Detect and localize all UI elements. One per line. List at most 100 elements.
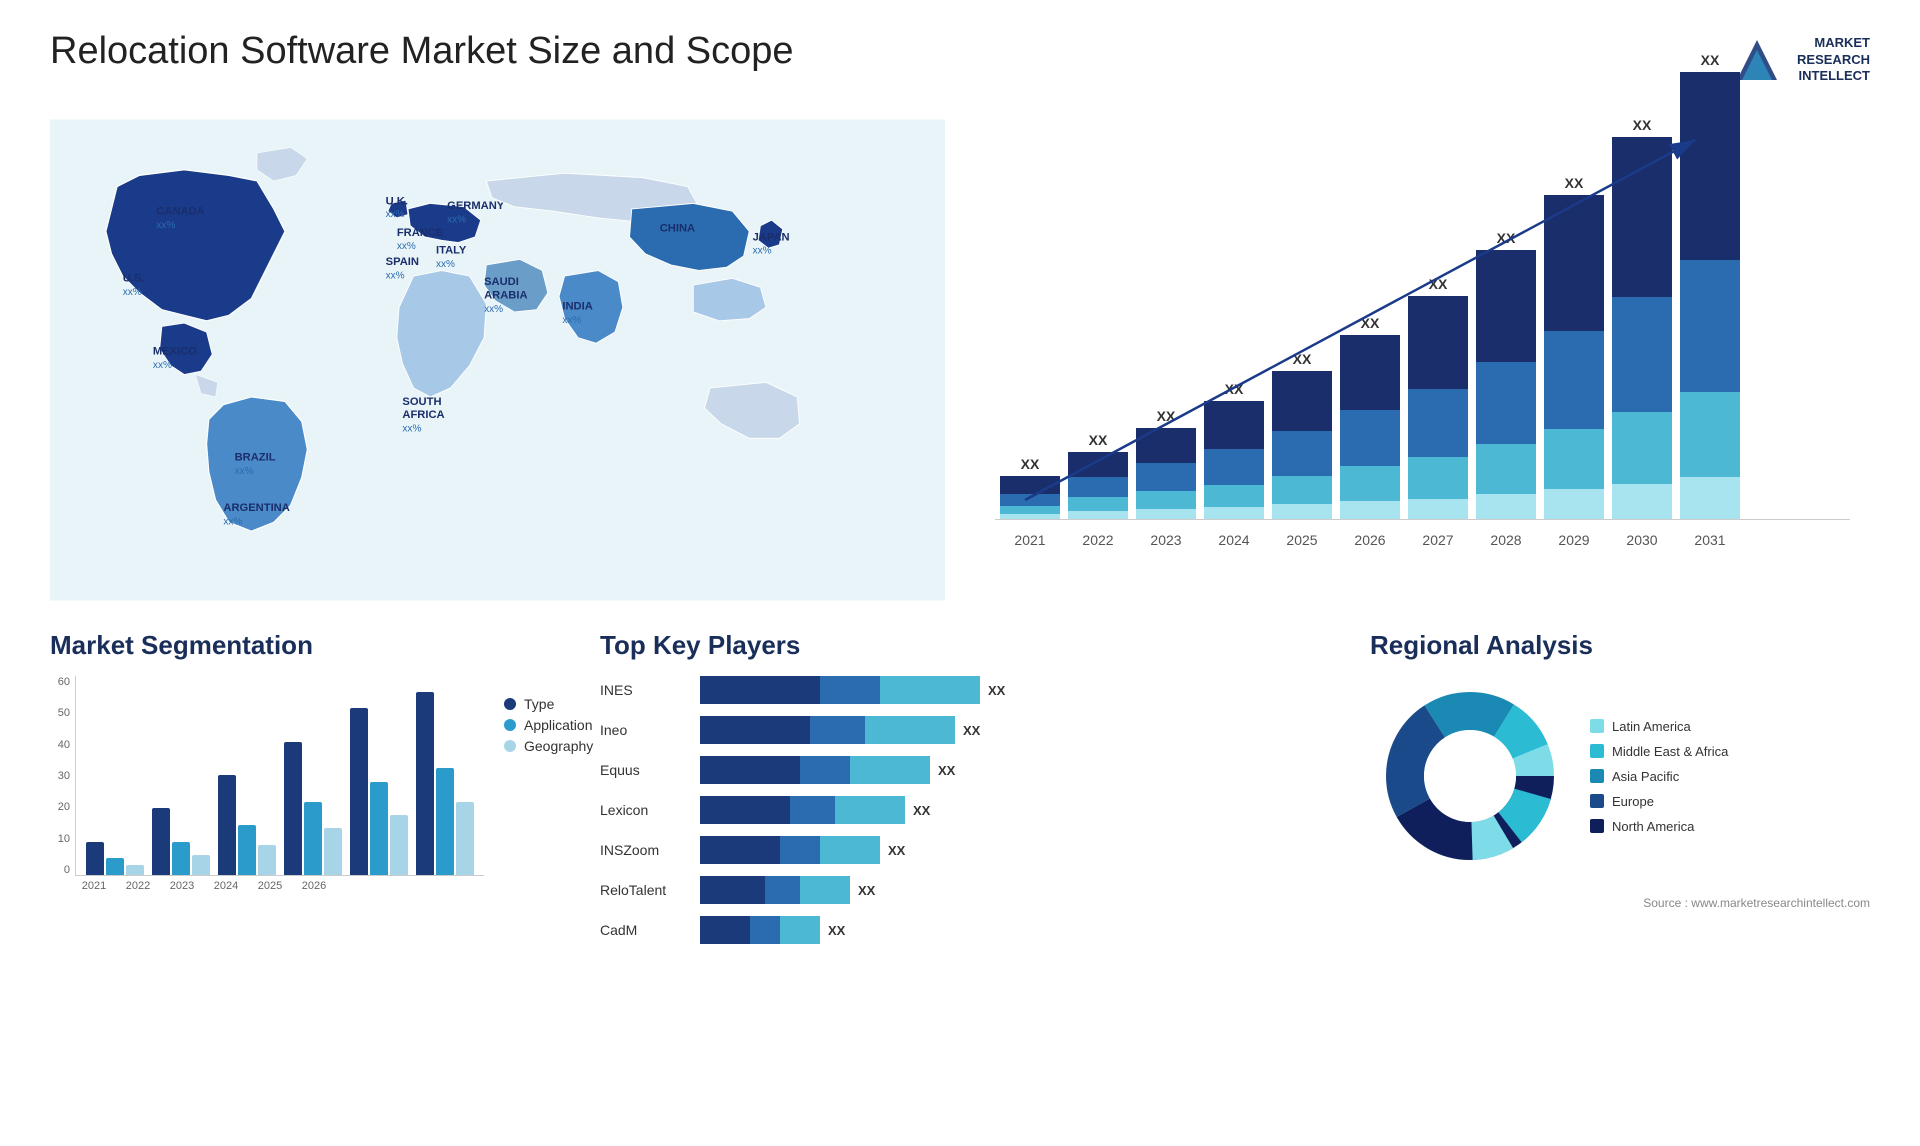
bar-seg <box>1544 331 1604 429</box>
player-bar <box>780 916 820 944</box>
player-bar <box>820 836 880 864</box>
bar-seg <box>1408 296 1468 389</box>
bar-group-2026: XX <box>1340 315 1400 519</box>
bar-group-2022: XX <box>1068 432 1128 519</box>
seg-bars-area <box>75 676 484 876</box>
seg-group-2021 <box>86 842 144 875</box>
stacked-bar-2025 <box>1272 371 1332 519</box>
bar-label-top-2025: XX <box>1293 351 1312 367</box>
seg-y-axis: 60 50 40 30 20 10 0 <box>50 676 70 876</box>
bar-seg <box>1408 499 1468 519</box>
seg-group-2026 <box>416 692 474 875</box>
bar-chart-section: XX XX <box>975 110 1870 610</box>
bar-seg <box>1068 477 1128 497</box>
stacked-bar-2021 <box>1000 476 1060 519</box>
bar-label-top-2030: XX <box>1633 117 1652 133</box>
player-bar <box>810 716 865 744</box>
page-container: Relocation Software Market Size and Scop… <box>0 0 1920 1146</box>
map-value-south-africa: xx% <box>402 424 421 435</box>
player-row-cadm: CadM XX <box>600 916 1320 944</box>
player-bar <box>820 676 880 704</box>
bar-group-2031: XX <box>1680 52 1740 519</box>
legend-dot-application <box>504 719 516 731</box>
legend-asia-pacific: Asia Pacific <box>1590 769 1728 784</box>
seg-chart-area: 60 50 40 30 20 10 0 <box>50 676 484 892</box>
bar-seg <box>1136 463 1196 491</box>
bar-group-2025: XX <box>1272 351 1332 519</box>
stacked-bar-2030 <box>1612 137 1672 519</box>
regional-legend: Latin America Middle East & Africa Asia … <box>1590 719 1728 834</box>
map-label-germany: GERMANY <box>447 200 505 212</box>
bar-seg <box>1204 507 1264 519</box>
bar-group-2030: XX <box>1612 117 1672 519</box>
player-bar <box>880 676 980 704</box>
player-bar <box>780 836 820 864</box>
seg-group-2024 <box>284 742 342 875</box>
bar-seg <box>1680 260 1740 392</box>
bar-seg <box>1408 389 1468 457</box>
legend-dot-type <box>504 698 516 710</box>
stacked-bar-2024 <box>1204 401 1264 519</box>
player-bar <box>750 916 780 944</box>
bar-group-2027: XX <box>1408 276 1468 519</box>
map-value-saudi: xx% <box>484 304 503 315</box>
world-map-svg: CANADA xx% U.S. xx% MEXICO xx% BRAZ <box>50 110 945 610</box>
stacked-bar-2029 <box>1544 195 1604 519</box>
x-label-2028: 2028 <box>1476 532 1536 548</box>
bar-seg <box>1476 250 1536 362</box>
bar-seg <box>1272 504 1332 519</box>
key-players-section: Top Key Players INES XX Ineo XX <box>580 630 1340 956</box>
x-label-2030: 2030 <box>1612 532 1672 548</box>
bar-seg <box>1340 410 1400 466</box>
stacked-bar-2023 <box>1136 428 1196 519</box>
regional-title: Regional Analysis <box>1370 630 1870 661</box>
bar-seg <box>1068 452 1128 477</box>
seg-group-2025 <box>350 708 408 875</box>
player-bar-container: XX <box>700 676 1320 704</box>
bar-seg <box>1068 511 1128 519</box>
player-bar <box>835 796 905 824</box>
player-bar <box>765 876 800 904</box>
player-row-lexicon: Lexicon XX <box>600 796 1320 824</box>
stacked-bar-2026 <box>1340 335 1400 519</box>
regional-section: Regional Analysis <box>1370 630 1870 956</box>
map-value-mexico: xx% <box>153 360 172 371</box>
segmentation-section: Market Segmentation 60 50 40 30 20 10 0 <box>50 630 550 956</box>
bar-seg <box>1204 449 1264 485</box>
bar-seg <box>1136 509 1196 519</box>
bar-seg <box>1680 72 1740 260</box>
bar-seg <box>1612 412 1672 484</box>
map-value-germany: xx% <box>447 214 466 225</box>
bar-seg <box>1000 494 1060 506</box>
donut-legend-container: Latin America Middle East & Africa Asia … <box>1370 676 1870 876</box>
player-bar-container: XX <box>700 876 1320 904</box>
bottom-grid: Market Segmentation 60 50 40 30 20 10 0 <box>50 630 1870 956</box>
seg-group-2023 <box>218 775 276 875</box>
bar-group-2023: XX <box>1136 408 1196 519</box>
bar-seg <box>1272 431 1332 476</box>
map-value-uk: xx% <box>386 209 405 220</box>
stacked-bar-2028 <box>1476 250 1536 519</box>
svg-text:AFRICA: AFRICA <box>402 409 444 421</box>
player-bar <box>800 756 850 784</box>
bar-label-top-2023: XX <box>1157 408 1176 424</box>
legend-latin-america: Latin America <box>1590 719 1728 734</box>
bar-label-top-2031: XX <box>1701 52 1720 68</box>
player-row-reloTalent: ReloTalent XX <box>600 876 1320 904</box>
bar-seg <box>1544 195 1604 331</box>
seg-and-legend: 60 50 40 30 20 10 0 <box>50 676 550 892</box>
player-bar <box>865 716 955 744</box>
player-bar-container: XX <box>700 716 1320 744</box>
map-value-china: xx% <box>660 237 679 248</box>
page-title: Relocation Software Market Size and Scop… <box>50 30 794 73</box>
bar-seg <box>1612 297 1672 412</box>
map-value-italy: xx% <box>436 259 455 270</box>
bar-seg <box>1340 335 1400 410</box>
x-label-2025: 2025 <box>1272 532 1332 548</box>
x-label-2027: 2027 <box>1408 532 1468 548</box>
legend-europe: Europe <box>1590 794 1728 809</box>
player-bar <box>700 876 765 904</box>
stacked-bar-2031 <box>1680 72 1740 519</box>
map-value-spain: xx% <box>386 270 405 281</box>
bar-seg <box>1204 485 1264 507</box>
